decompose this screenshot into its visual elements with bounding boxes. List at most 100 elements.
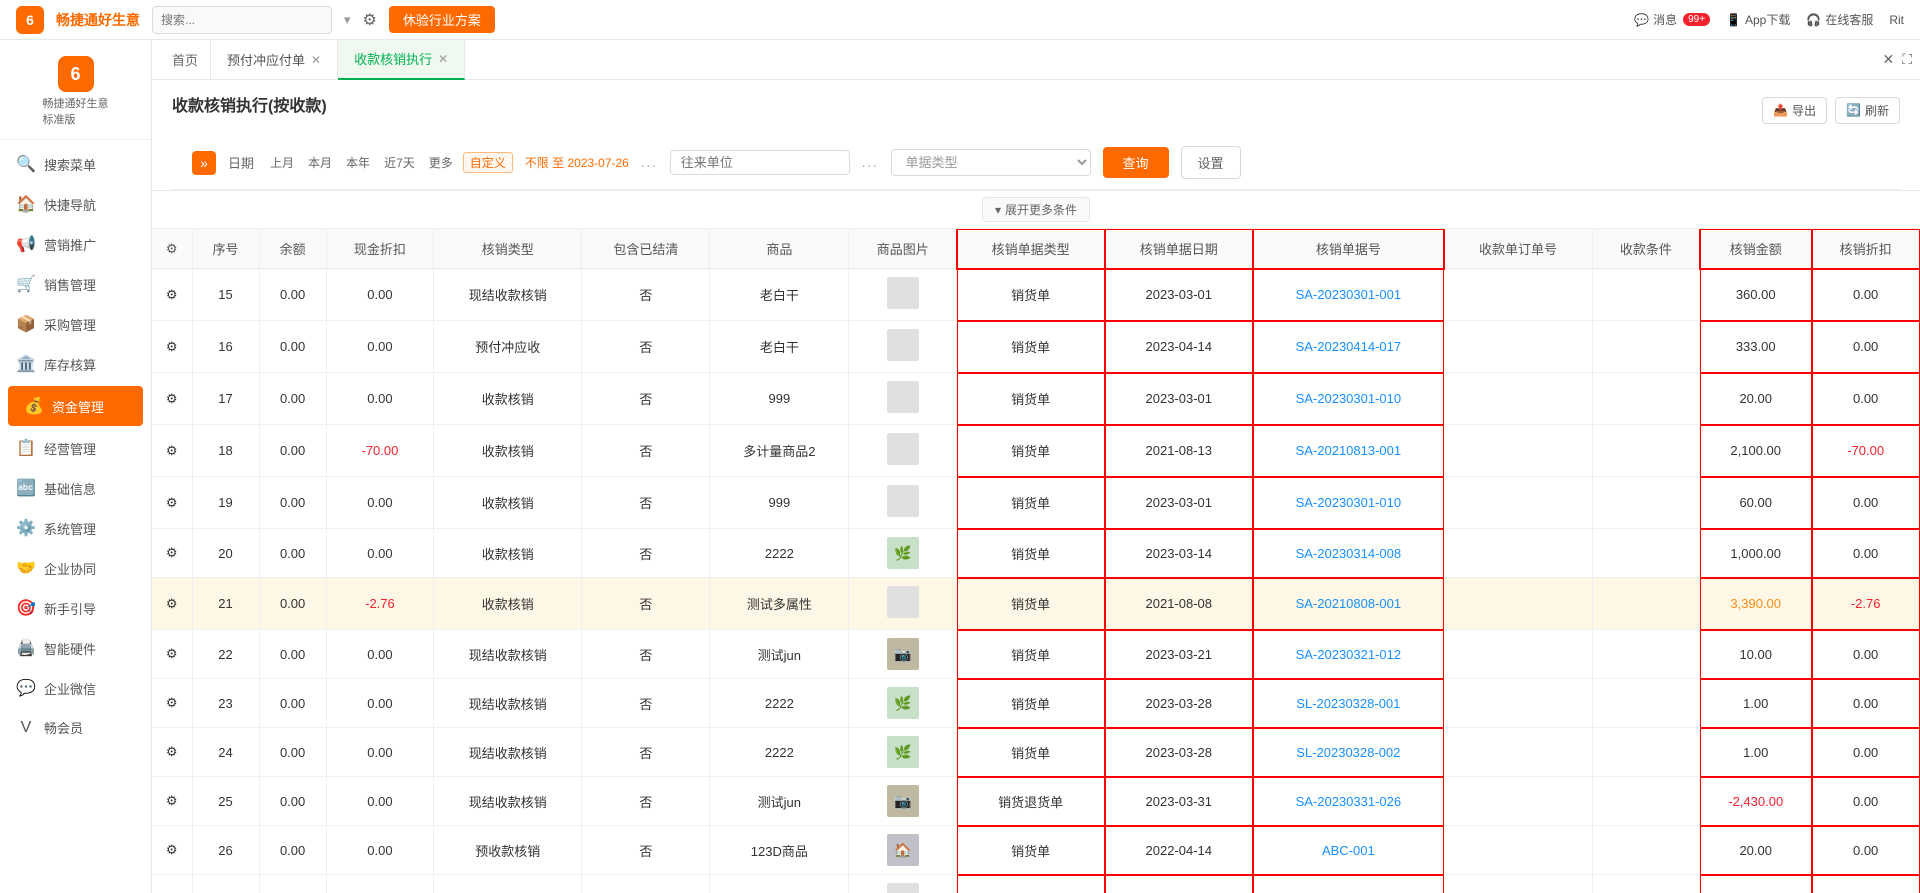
table-cell: 0.00: [326, 477, 434, 529]
tab-verify[interactable]: 收款核销执行 ✕: [338, 40, 465, 80]
table-cell: 2023-04-14: [1105, 321, 1253, 373]
table-cell: 18: [192, 425, 259, 477]
export-button[interactable]: 📤 导出: [1762, 97, 1827, 124]
row-settings[interactable]: ⚙: [152, 630, 192, 679]
verify-no-link[interactable]: SA-20230301-010: [1296, 391, 1402, 406]
table-cell: 0.00: [259, 728, 326, 777]
row-settings[interactable]: ⚙: [152, 321, 192, 373]
sidebar-item-marketing[interactable]: 📢 营销推广: [0, 224, 151, 264]
verify-no-link[interactable]: SA-20230414-017: [1296, 339, 1402, 354]
message-area[interactable]: 💬 消息 99+: [1634, 11, 1710, 28]
date-custom[interactable]: 自定义: [463, 152, 513, 173]
sidebar-item-member[interactable]: V 畅会员: [0, 708, 151, 747]
verify-no-link[interactable]: SA-20230301-010: [1296, 495, 1402, 510]
industry-solution-button[interactable]: 休验行业方案: [389, 6, 495, 33]
table-container[interactable]: ⚙ 序号 余额 现金折扣 核销类型 包含已结清 商品 商品图片 核销单据类型 核…: [152, 229, 1920, 893]
th-receipt-condition: 收款条件: [1592, 229, 1700, 269]
sidebar-item-sales[interactable]: 🛒 销售管理: [0, 264, 151, 304]
sidebar-item-shortcut[interactable]: 🏠 快捷导航: [0, 184, 151, 224]
row-settings[interactable]: ⚙: [152, 679, 192, 728]
app-download-link[interactable]: 📱 App下载: [1726, 11, 1790, 28]
verify-no-link[interactable]: SA-20230301-001: [1296, 287, 1402, 302]
table-cell: [1592, 826, 1700, 875]
sidebar-item-search[interactable]: 🔍 搜索菜单: [0, 144, 151, 184]
filter-settings-button[interactable]: 设置: [1181, 146, 1241, 179]
tab-expand[interactable]: ⛶: [1902, 51, 1912, 68]
date-this-month[interactable]: 本月: [304, 152, 336, 173]
th-settings[interactable]: ⚙: [152, 229, 192, 269]
user-name[interactable]: Rit: [1889, 13, 1904, 27]
row-settings[interactable]: ⚙: [152, 373, 192, 425]
table-cell: 22: [192, 630, 259, 679]
verify-no-link[interactable]: SL-20230328-001: [1296, 696, 1400, 711]
table-cell: 0.00: [1812, 373, 1920, 425]
sidebar-item-management[interactable]: 📋 经营管理: [0, 428, 151, 468]
table-cell: [1444, 777, 1592, 826]
th-product-img: 商品图片: [849, 229, 957, 269]
row-settings[interactable]: ⚙: [152, 826, 192, 875]
table-cell: 否: [582, 777, 710, 826]
date-links: 上月 本月 本年 近7天 更多 自定义: [266, 152, 513, 173]
main-table: ⚙ 序号 余额 现金折扣 核销类型 包含已结清 商品 商品图片 核销单据类型 核…: [152, 229, 1920, 893]
query-button[interactable]: 查询: [1103, 147, 1169, 178]
row-settings[interactable]: ⚙: [152, 269, 192, 321]
verify-no-link[interactable]: SA-20230314-008: [1296, 546, 1402, 561]
sidebar-item-system[interactable]: ⚙️ 系统管理: [0, 508, 151, 548]
row-settings[interactable]: ⚙: [152, 477, 192, 529]
date-this-year[interactable]: 本年: [342, 152, 374, 173]
table-cell: 123D商品: [710, 826, 849, 875]
verify-no-link[interactable]: ABC-001: [1322, 843, 1375, 858]
top-search-input[interactable]: [152, 6, 332, 34]
row-settings[interactable]: ⚙: [152, 728, 192, 777]
date-last-month[interactable]: 上月: [266, 152, 298, 173]
sidebar-item-inventory[interactable]: 🏛️ 库存核算: [0, 344, 151, 384]
table-cell: -70.00: [326, 425, 434, 477]
row-settings[interactable]: ⚙: [152, 875, 192, 893]
table-cell: 16: [192, 321, 259, 373]
verify-no-link[interactable]: SA-20230331-026: [1296, 794, 1402, 809]
dropdown-icon[interactable]: ▾: [344, 12, 351, 28]
filter-separator2: ...: [862, 155, 879, 170]
expand-more-button[interactable]: ▾ 展开更多条件: [982, 197, 1090, 222]
table-cell: SA-20230301-010: [1253, 373, 1444, 425]
sidebar-item-guide[interactable]: 🎯 新手引导: [0, 588, 151, 628]
bill-type-select[interactable]: 单据类型: [891, 149, 1091, 176]
table-cell: 否: [582, 875, 710, 893]
verify-no-link[interactable]: SA-20210808-001: [1296, 596, 1402, 611]
row-settings[interactable]: ⚙: [152, 425, 192, 477]
tab-verify-close[interactable]: ✕: [438, 52, 448, 66]
app-label: App下载: [1745, 11, 1790, 28]
table-cell: 0.00: [259, 321, 326, 373]
sidebar-item-basic[interactable]: 🔤 基础信息: [0, 468, 151, 508]
marketing-icon: 📢: [16, 234, 36, 254]
sidebar-item-finance[interactable]: 💰 资金管理: [8, 386, 143, 426]
table-cell: 否: [582, 425, 710, 477]
verify-no-link[interactable]: SA-20210813-001: [1296, 443, 1402, 458]
tab-prepay-close[interactable]: ✕: [311, 53, 321, 67]
tab-prepay[interactable]: 预付冲应付单 ✕: [211, 40, 338, 80]
refresh-button[interactable]: 🔄 刷新: [1835, 97, 1900, 124]
date-more[interactable]: 更多: [425, 152, 457, 173]
brand-icon: 6: [16, 6, 44, 34]
sidebar-item-collab[interactable]: 🤝 企业协同: [0, 548, 151, 588]
row-settings[interactable]: ⚙: [152, 578, 192, 630]
table-cell: 销货单: [957, 477, 1105, 529]
table-cell: 0.00: [259, 529, 326, 578]
sidebar-item-purchase[interactable]: 📦 采购管理: [0, 304, 151, 344]
online-service-link[interactable]: 🎧 在线客服: [1806, 11, 1873, 28]
filter-toggle-button[interactable]: »: [192, 151, 216, 175]
partner-input[interactable]: [670, 150, 850, 175]
tab-home[interactable]: 首页: [160, 40, 211, 80]
verify-no-link[interactable]: SL-20230328-002: [1296, 745, 1400, 760]
table-cell: 0.00: [259, 777, 326, 826]
sidebar-item-hardware[interactable]: 🖨️ 智能硬件: [0, 628, 151, 668]
tab-close-all[interactable]: ✕: [1882, 51, 1894, 68]
table-cell: 多计量商品2: [710, 425, 849, 477]
row-settings[interactable]: ⚙: [152, 529, 192, 578]
row-settings[interactable]: ⚙: [152, 777, 192, 826]
date-7days[interactable]: 近7天: [380, 152, 419, 173]
message-label: 消息: [1653, 11, 1677, 28]
settings-icon[interactable]: ⚙: [363, 10, 377, 30]
sidebar-item-wechat[interactable]: 💬 企业微信: [0, 668, 151, 708]
verify-no-link[interactable]: SA-20230321-012: [1296, 647, 1402, 662]
